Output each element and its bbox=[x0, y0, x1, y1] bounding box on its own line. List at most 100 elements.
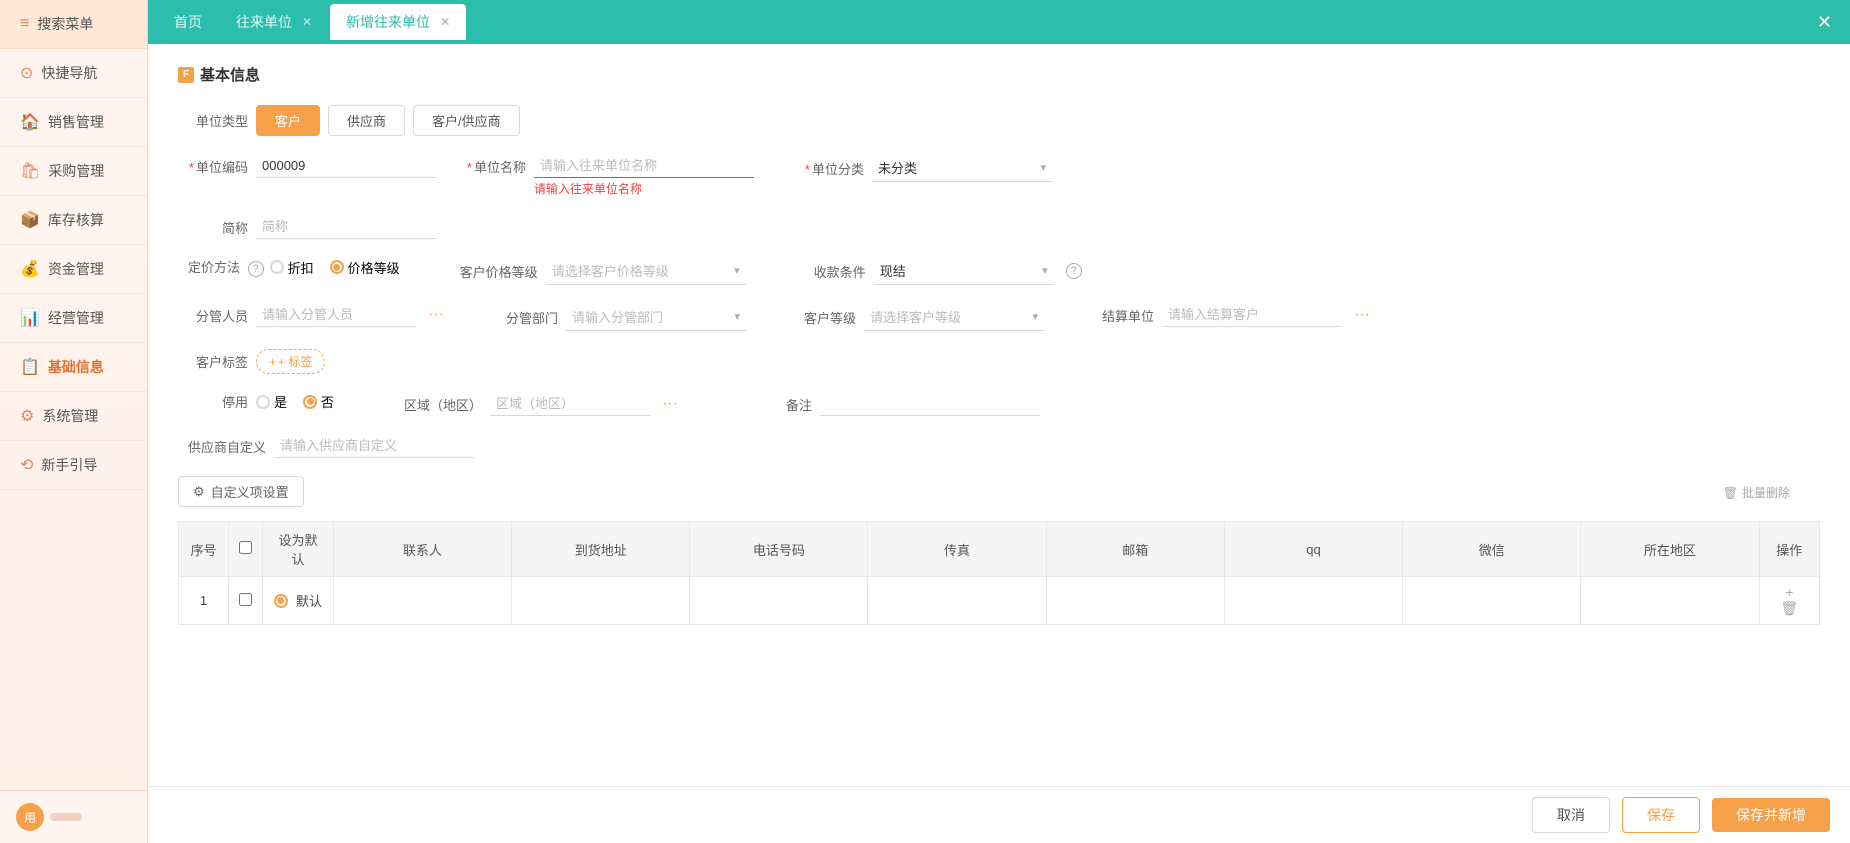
supplier-custom-input[interactable] bbox=[274, 434, 474, 458]
fax-input[interactable] bbox=[878, 593, 1035, 608]
address-input[interactable] bbox=[522, 593, 679, 608]
payment-help-icon[interactable]: ? bbox=[1066, 263, 1082, 279]
tab-partner-list[interactable]: 往来单位 ✕ bbox=[220, 4, 328, 40]
customer-level-label: 客户等级 bbox=[796, 308, 856, 327]
sidebar-item-newbie[interactable]: ⟲ 新手引导 bbox=[0, 441, 147, 490]
customer-tag-row: 客户标签 + + 标签 bbox=[188, 349, 1810, 374]
radio-no[interactable]: 否 bbox=[303, 392, 334, 411]
unit-category-select[interactable]: 未分类 ▾ bbox=[872, 154, 1052, 182]
custom-setting-btn[interactable]: ⚙ 自定义项设置 bbox=[178, 476, 304, 507]
settlement-unit-input[interactable] bbox=[1162, 303, 1342, 327]
email-input[interactable] bbox=[1057, 593, 1214, 608]
customer-price-level-select[interactable]: 请选择客户价格等级 ▾ bbox=[546, 257, 746, 285]
region-table-input[interactable] bbox=[1591, 593, 1748, 608]
delete-row-btn[interactable]: 🗑 bbox=[1777, 600, 1801, 616]
select-all-checkbox[interactable] bbox=[239, 541, 252, 554]
qq-input[interactable] bbox=[1235, 593, 1392, 608]
radio-discount[interactable]: 折扣 bbox=[270, 258, 314, 277]
unit-type-label: 单位类型 bbox=[188, 111, 248, 130]
cancel-button[interactable]: 取消 bbox=[1532, 797, 1610, 833]
cell-default: 默认 bbox=[263, 577, 334, 625]
close-all-tabs[interactable]: ✕ bbox=[1809, 12, 1840, 33]
type-customer-btn[interactable]: 客户 bbox=[256, 105, 320, 136]
add-tag-btn[interactable]: + + 标签 bbox=[256, 349, 325, 374]
sidebar-item-operations[interactable]: 📊 经营管理 bbox=[0, 294, 147, 343]
sidebar-item-label: 库存核算 bbox=[48, 210, 104, 230]
close-partner-list-tab[interactable]: ✕ bbox=[302, 15, 312, 29]
type-both-btn[interactable]: 客户/供应商 bbox=[413, 105, 520, 136]
radio-yes[interactable]: 是 bbox=[256, 392, 287, 411]
region-more-btn[interactable]: ··· bbox=[658, 395, 682, 413]
dept-select[interactable]: 请输入分管部门 ▾ bbox=[566, 303, 746, 331]
sidebar-collapse-btn[interactable] bbox=[50, 813, 82, 821]
default-radio[interactable]: 默认 bbox=[273, 591, 323, 610]
cell-fax[interactable] bbox=[868, 577, 1046, 625]
system-icon: ⚙ bbox=[20, 406, 34, 426]
cell-qq[interactable] bbox=[1224, 577, 1402, 625]
sidebar-item-inventory[interactable]: 📦 库存核算 bbox=[0, 196, 147, 245]
col-address: 到货地址 bbox=[512, 522, 690, 577]
customer-price-level-label: 客户价格等级 bbox=[460, 262, 538, 281]
disable-field: 停用 是 否 bbox=[188, 392, 334, 411]
avatar: 用 bbox=[16, 803, 44, 831]
sidebar-item-finance[interactable]: 💰 资金管理 bbox=[0, 245, 147, 294]
cell-address[interactable] bbox=[512, 577, 690, 625]
unit-code-input[interactable] bbox=[256, 154, 436, 178]
sidebar-item-quicknav[interactable]: ⊙ 快捷导航 bbox=[0, 49, 147, 98]
supervisor-input[interactable] bbox=[256, 303, 416, 327]
tab-partner-new[interactable]: 新增往来单位 ✕ bbox=[330, 4, 466, 40]
cell-phone[interactable] bbox=[690, 577, 868, 625]
cell-email[interactable] bbox=[1046, 577, 1224, 625]
main-area: 首页 往来单位 ✕ 新增往来单位 ✕ ✕ F 基本信息 单位类型 客户 bbox=[148, 0, 1850, 843]
save-button[interactable]: 保存 bbox=[1622, 797, 1700, 833]
batch-delete-btn[interactable]: 🗑 批量删除 bbox=[1723, 484, 1790, 501]
cell-region[interactable] bbox=[1581, 577, 1759, 625]
supervisor-more-btn[interactable]: ··· bbox=[424, 306, 448, 324]
sidebar-item-sales[interactable]: 🏠 销售管理 bbox=[0, 98, 147, 147]
unit-name-input[interactable] bbox=[534, 154, 754, 178]
save-new-button[interactable]: 保存并新增 bbox=[1712, 798, 1830, 832]
dept-label: 分管部门 bbox=[498, 308, 558, 327]
payment-terms-select[interactable]: 现结 ▾ bbox=[874, 257, 1054, 285]
payment-terms-label: 收款条件 bbox=[806, 262, 866, 281]
pricing-help-icon[interactable]: ? bbox=[248, 261, 264, 277]
wechat-input[interactable] bbox=[1413, 593, 1570, 608]
short-name-input[interactable] bbox=[256, 215, 436, 239]
phone-input[interactable] bbox=[700, 593, 857, 608]
disable-radio-group: 是 否 bbox=[256, 392, 334, 411]
disable-row: 停用 是 否 区域（地区） ··· bbox=[188, 392, 1810, 416]
row-checkbox[interactable] bbox=[239, 593, 252, 606]
col-qq: qq bbox=[1224, 522, 1402, 577]
delete-icon: 🗑 bbox=[1723, 486, 1738, 500]
payment-terms-dropdown-icon: ▾ bbox=[1042, 264, 1048, 277]
newbie-icon: ⟲ bbox=[20, 455, 33, 475]
search-icon: ≡ bbox=[20, 15, 29, 33]
sidebar-item-basics[interactable]: 📋 基础信息 bbox=[0, 343, 147, 392]
tab-home[interactable]: 首页 bbox=[158, 4, 218, 40]
add-row-btn[interactable]: + bbox=[1782, 584, 1796, 600]
short-name-label: 简称 bbox=[188, 218, 248, 237]
sidebar-item-purchase[interactable]: 🛍 采购管理 bbox=[0, 147, 147, 196]
footer: 取消 保存 保存并新增 bbox=[148, 786, 1850, 843]
close-partner-new-tab[interactable]: ✕ bbox=[440, 15, 450, 29]
radio-discount-circle bbox=[270, 260, 284, 274]
type-supplier-btn[interactable]: 供应商 bbox=[328, 105, 405, 136]
remark-input[interactable] bbox=[820, 392, 1040, 416]
radio-pricelevel[interactable]: 价格等级 bbox=[330, 258, 400, 277]
unit-type-buttons: 客户 供应商 客户/供应商 bbox=[256, 105, 520, 136]
region-label: 区域（地区） bbox=[404, 395, 482, 414]
cell-checkbox[interactable] bbox=[229, 577, 263, 625]
sidebar-item-search[interactable]: ≡ 搜索菜单 bbox=[0, 0, 147, 49]
pricing-method-label: 定价方法 ? bbox=[188, 257, 264, 277]
sidebar-item-system[interactable]: ⚙ 系统管理 bbox=[0, 392, 147, 441]
customer-level-select[interactable]: 请选择客户等级 ▾ bbox=[864, 303, 1044, 331]
contact-input[interactable] bbox=[344, 593, 501, 608]
col-checkbox[interactable] bbox=[229, 522, 263, 577]
region-input[interactable] bbox=[490, 392, 650, 416]
cell-action: + 🗑 bbox=[1759, 577, 1820, 625]
unit-name-field: *单位名称 bbox=[466, 154, 754, 178]
section-title-text: 基本信息 bbox=[200, 64, 260, 85]
cell-wechat[interactable] bbox=[1403, 577, 1581, 625]
cell-contact[interactable] bbox=[333, 577, 511, 625]
settlement-more-btn[interactable]: ··· bbox=[1350, 306, 1374, 324]
